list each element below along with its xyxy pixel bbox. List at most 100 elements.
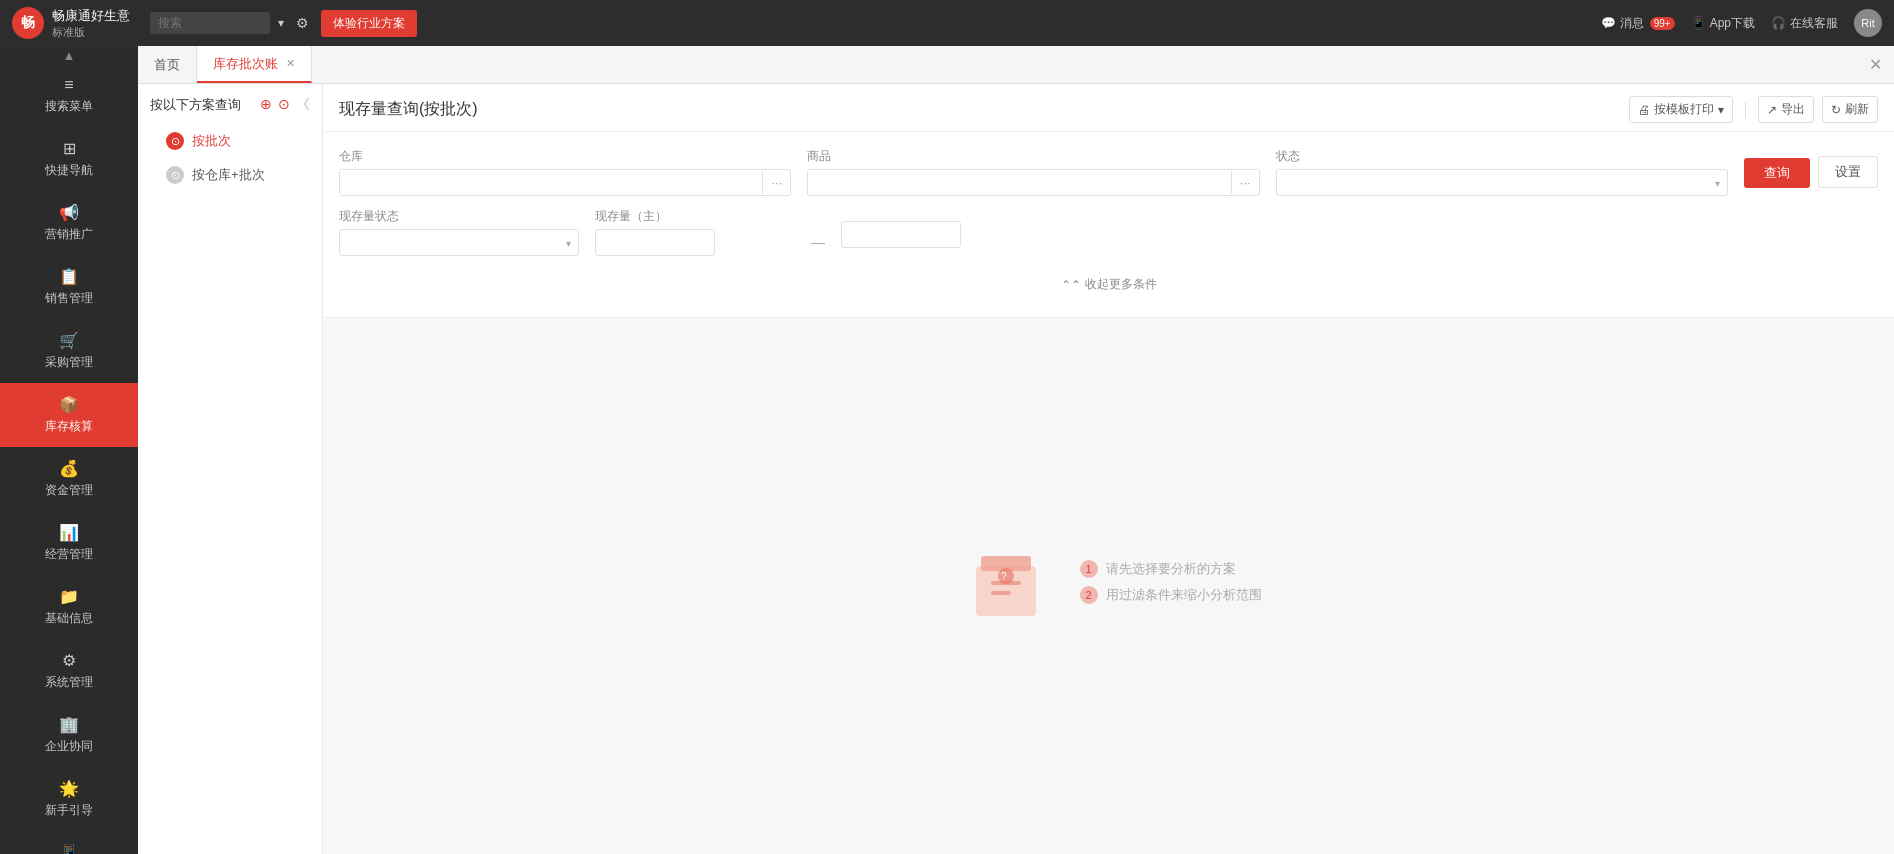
warehouse-batch-icon: ⊙: [166, 166, 184, 184]
query-button[interactable]: 查询: [1744, 158, 1810, 188]
stock-qty-input-to[interactable]: [841, 221, 961, 248]
page-content: 按以下方案查询 ⊕ ⊙ 《 ⊙ 按批次 ⊙ 按仓库+批次: [138, 84, 1894, 854]
message-action[interactable]: 💬 消息 99+: [1601, 15, 1675, 32]
print-template-button[interactable]: 🖨 按模板打印 ▾: [1629, 96, 1733, 123]
export-button[interactable]: ↗ 导出: [1758, 96, 1814, 123]
export-icon: ↗: [1767, 103, 1777, 117]
sidebar-item-operations[interactable]: 📊 经营管理: [0, 511, 138, 575]
stock-qty-field: 现存量（主）: [595, 208, 795, 256]
message-badge: 99+: [1650, 17, 1675, 30]
finance-icon: 💰: [59, 459, 79, 478]
warehouse-input-wrap: ···: [339, 169, 791, 196]
query-header-actions: 🖨 按模板打印 ▾ ↗ 导出 ↻ 刷新: [1629, 96, 1878, 123]
search-menu-icon: ≡: [64, 76, 73, 94]
svg-rect-3: [991, 591, 1011, 595]
goods-input[interactable]: [808, 170, 1230, 195]
filter-collapse-icon[interactable]: 《: [296, 96, 310, 114]
status-field: 状态: [1276, 148, 1728, 196]
stock-qty-to-field: [841, 217, 1041, 248]
user-profile[interactable]: Rit: [1854, 9, 1882, 37]
sidebar-item-basic[interactable]: 📁 基础信息: [0, 575, 138, 639]
filter-panel-header: 按以下方案查询 ⊕ ⊙ 《: [138, 96, 322, 124]
filter-panel-title: 按以下方案查询: [150, 96, 241, 114]
batch-icon: ⊙: [166, 132, 184, 150]
app-download-action[interactable]: 📱 App下载: [1691, 15, 1755, 32]
settings-icon[interactable]: ⚙: [296, 15, 309, 31]
divider: [1745, 102, 1746, 118]
filter-settings-icon[interactable]: ⊙: [278, 96, 290, 114]
sidebar-item-sales[interactable]: 📋 销售管理: [0, 255, 138, 319]
try-industry-button[interactable]: 体验行业方案: [321, 10, 417, 37]
sidebar-item-search[interactable]: ≡ 搜索菜单: [0, 64, 138, 127]
empty-hints: 1 请先选择要分析的方案 2 用过滤条件来缩小分析范围: [1080, 560, 1262, 612]
sidebar-item-guide[interactable]: 🌟 新手引导: [0, 767, 138, 831]
apps-icon: 📱: [59, 843, 79, 854]
marketing-icon: 📢: [59, 203, 79, 222]
tab-home[interactable]: 首页: [138, 46, 197, 83]
chevron-up-icon: ⌃⌃: [1061, 278, 1081, 292]
print-dropdown-icon[interactable]: ▾: [1718, 103, 1724, 117]
purchase-icon: 🛒: [59, 331, 79, 350]
status-select-wrap: [1276, 169, 1728, 196]
goods-input-wrap: ···: [807, 169, 1259, 196]
operations-icon: 📊: [59, 523, 79, 542]
stock-status-select[interactable]: [339, 229, 579, 256]
sidebar: ▲ ≡ 搜索菜单 ⊞ 快捷导航 📢 营销推广 📋 销售管理 🛒 采购管理 📦 库…: [0, 46, 138, 854]
tabbar: 首页 库存批次账 ✕ ✕: [138, 46, 1894, 84]
stock-qty-input-from[interactable]: [595, 229, 715, 256]
inventory-icon: 📦: [59, 395, 79, 414]
range-dash: —: [811, 234, 825, 250]
nav-icon: ⊞: [63, 139, 76, 158]
filter-panel-actions: ⊕ ⊙ 《: [260, 96, 310, 114]
enterprise-icon: 🏢: [59, 715, 79, 734]
hint-2: 2 用过滤条件来缩小分析范围: [1080, 586, 1262, 604]
print-icon: 🖨: [1638, 103, 1650, 117]
sidebar-item-apps[interactable]: 📱 应用中心: [0, 831, 138, 854]
filter-add-icon[interactable]: ⊕: [260, 96, 272, 114]
filter-row-2: 现存量状态 现存量（主） —: [339, 208, 1878, 256]
tab-close-icon[interactable]: ✕: [286, 57, 295, 70]
collapse-button[interactable]: ⌃⌃ 收起更多条件: [339, 268, 1878, 301]
search-input[interactable]: [150, 12, 270, 34]
form-actions: 查询 设置: [1744, 156, 1878, 188]
goods-field: 商品 ···: [807, 148, 1259, 196]
stock-status-select-wrap: [339, 229, 579, 256]
warehouse-label: 仓库: [339, 148, 791, 165]
status-select[interactable]: [1276, 169, 1728, 196]
sidebar-item-inventory[interactable]: 📦 库存核算: [0, 383, 138, 447]
online-service-action[interactable]: 🎧 在线客服: [1771, 15, 1838, 32]
goods-label: 商品: [807, 148, 1259, 165]
warehouse-input[interactable]: [340, 170, 762, 195]
refresh-button[interactable]: ↻ 刷新: [1822, 96, 1878, 123]
sidebar-item-system[interactable]: ⚙ 系统管理: [0, 639, 138, 703]
step-1-badge: 1: [1080, 560, 1098, 578]
tabbar-close-button[interactable]: ✕: [1857, 46, 1894, 83]
query-header: 现存量查询(按批次) 🖨 按模板打印 ▾ ↗ 导出: [323, 84, 1894, 132]
sidebar-item-purchase[interactable]: 🛒 采购管理: [0, 319, 138, 383]
warehouse-field: 仓库 ···: [339, 148, 791, 196]
app-edition: 标准版: [52, 25, 134, 40]
sidebar-item-marketing[interactable]: 📢 营销推广: [0, 191, 138, 255]
search-dropdown-icon[interactable]: ▾: [278, 16, 284, 30]
svg-text:?: ?: [1001, 571, 1007, 582]
message-icon: 💬: [1601, 16, 1616, 30]
stock-status-field: 现存量状态: [339, 208, 579, 256]
warehouse-more-icon[interactable]: ···: [762, 171, 790, 194]
guide-icon: 🌟: [59, 779, 79, 798]
sidebar-scroll-up[interactable]: ▲: [0, 46, 138, 64]
sidebar-item-enterprise[interactable]: 🏢 企业协同: [0, 703, 138, 767]
filter-item-by-warehouse-batch[interactable]: ⊙ 按仓库+批次: [138, 158, 322, 192]
status-label: 状态: [1276, 148, 1728, 165]
sidebar-item-finance[interactable]: 💰 资金管理: [0, 447, 138, 511]
stock-qty-label: 现存量（主）: [595, 208, 795, 225]
goods-more-icon[interactable]: ···: [1231, 171, 1259, 194]
sidebar-item-nav[interactable]: ⊞ 快捷导航: [0, 127, 138, 191]
empty-state: ? 1 请先选择要分析的方案 2 用过: [323, 318, 1894, 854]
filter-panel: 按以下方案查询 ⊕ ⊙ 《 ⊙ 按批次 ⊙ 按仓库+批次: [138, 84, 323, 854]
page-title: 现存量查询(按批次): [339, 99, 1629, 120]
settings-button[interactable]: 设置: [1818, 156, 1878, 188]
step-2-badge: 2: [1080, 586, 1098, 604]
tab-inventory-batch[interactable]: 库存批次账 ✕: [197, 46, 312, 83]
filter-item-by-batch[interactable]: ⊙ 按批次: [138, 124, 322, 158]
empty-illustration: ?: [956, 536, 1056, 636]
